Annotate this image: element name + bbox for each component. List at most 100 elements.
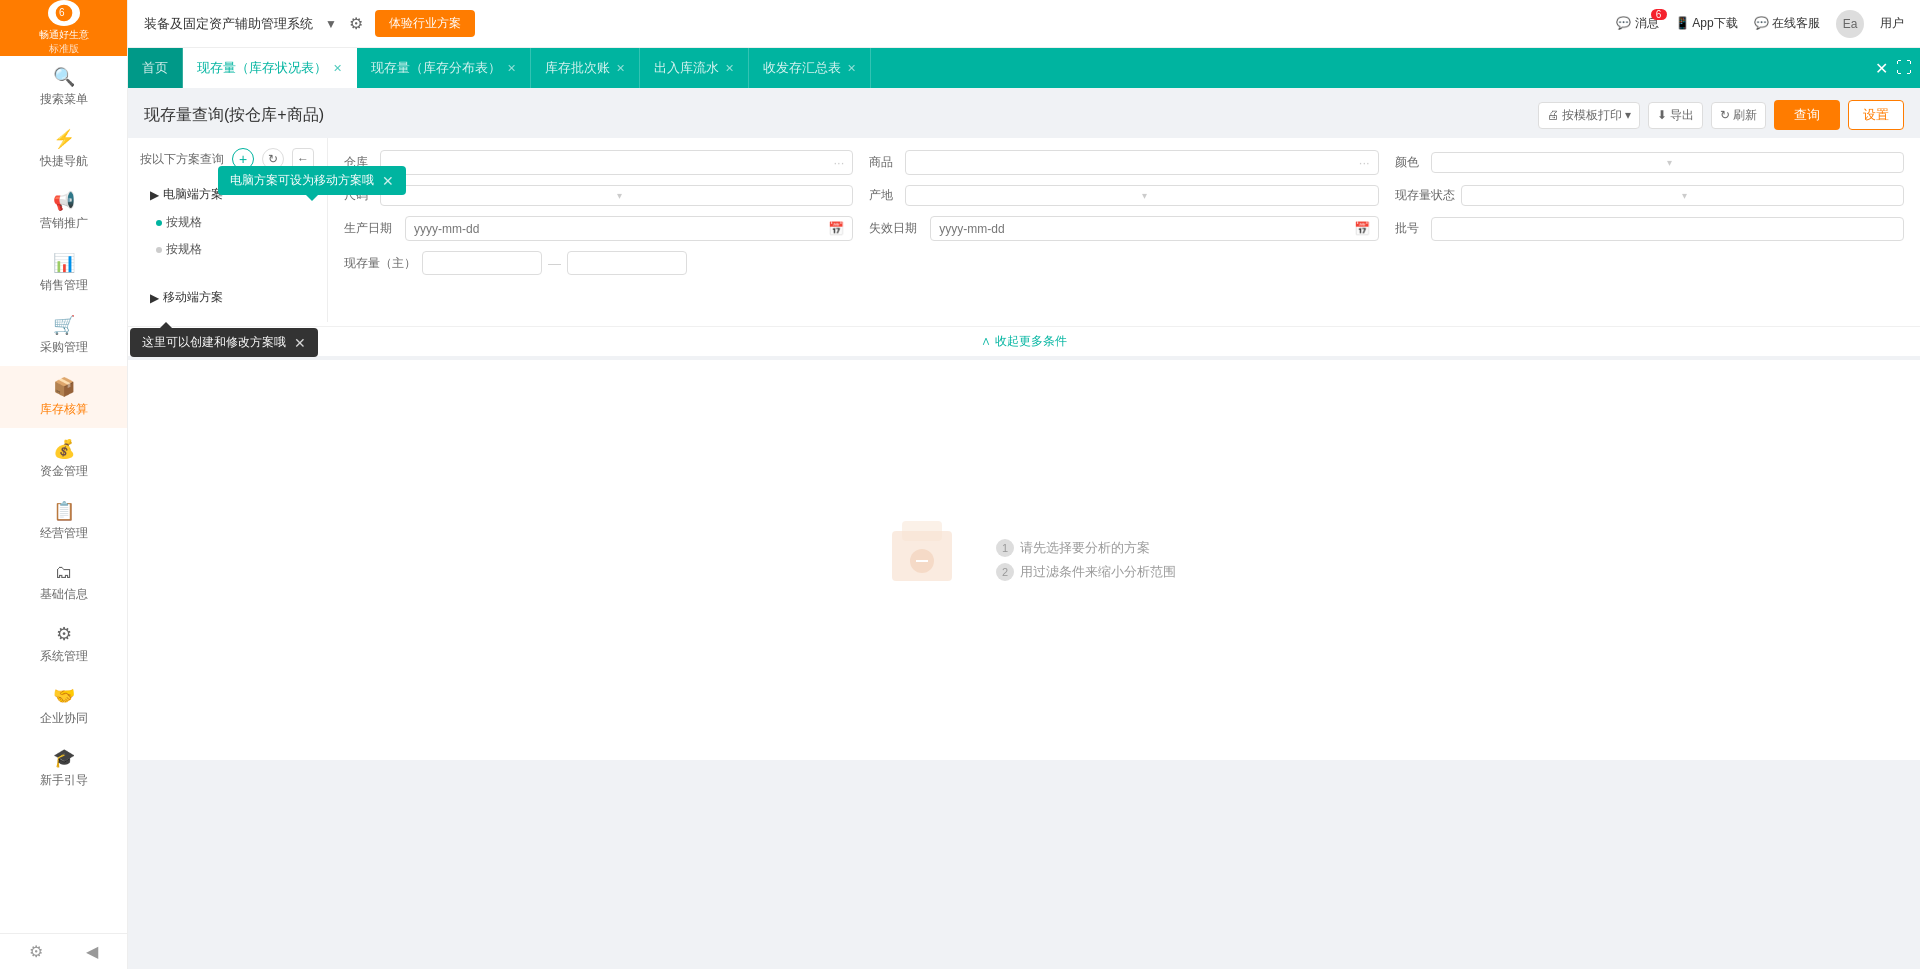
trial-button[interactable]: 体验行业方案 bbox=[375, 10, 475, 37]
sidebar-item-label: 资金管理 bbox=[40, 463, 88, 480]
online-support-btn[interactable]: 💬 在线客服 bbox=[1754, 15, 1820, 32]
settings-icon[interactable]: ⚙ bbox=[349, 14, 363, 33]
newuser-icon: 🎓 bbox=[53, 747, 75, 769]
app-download-btn[interactable]: 📱 App下载 bbox=[1675, 15, 1738, 32]
warehouse-input-field[interactable] bbox=[389, 156, 833, 170]
tab-close-icon[interactable]: ✕ bbox=[847, 62, 856, 75]
prod-date-field[interactable] bbox=[414, 222, 828, 236]
search-button[interactable]: 查询 bbox=[1774, 100, 1840, 130]
chevron-right-icon: ▶ bbox=[150, 291, 159, 305]
tab-close-icon[interactable]: ✕ bbox=[616, 62, 625, 75]
sidebar-item-finance[interactable]: 💰 资金管理 bbox=[0, 428, 127, 490]
print-template-button[interactable]: 🖨 按模板打印 ▾ bbox=[1538, 102, 1640, 129]
sidebar: 6 畅通好生意 标准版 🔍 搜索菜单 ⚡ 快捷导航 📢 营销推广 📊 销售管理 … bbox=[0, 0, 128, 969]
chevron-right-icon: ▶ bbox=[150, 188, 159, 202]
tab-close-icon[interactable]: ✕ bbox=[507, 62, 516, 75]
tab-close-all-icon[interactable]: ✕ bbox=[1875, 59, 1888, 78]
sidebar-item-system[interactable]: ⚙ 系统管理 bbox=[0, 613, 127, 675]
footer-settings-icon[interactable]: ⚙ bbox=[29, 942, 43, 961]
empty-tip-2: 2 用过滤条件来缩小分析范围 bbox=[996, 563, 1176, 581]
sidebar-item-marketing[interactable]: 📢 营销推广 bbox=[0, 180, 127, 242]
sidebar-item-sales[interactable]: 📊 销售管理 bbox=[0, 242, 127, 304]
tab-inventory-status[interactable]: 现存量（库存状况表） ✕ bbox=[183, 48, 357, 88]
product-input-field[interactable] bbox=[914, 156, 1358, 170]
size-field: 尺码 ▾ bbox=[344, 185, 853, 206]
tab-close-icon[interactable]: ✕ bbox=[725, 62, 734, 75]
batch-no-input-field[interactable] bbox=[1440, 222, 1895, 236]
scheme-item-guige2[interactable]: 按规格 bbox=[140, 236, 327, 263]
calendar-icon[interactable]: 📅 bbox=[828, 221, 844, 236]
size-dropdown[interactable]: ▾ bbox=[380, 185, 853, 206]
tab-maximize-icon[interactable]: ⛶ bbox=[1896, 59, 1912, 77]
sidebar-item-enterprise[interactable]: 🤝 企业协同 bbox=[0, 675, 127, 737]
empty-tip-1: 1 请先选择要分析的方案 bbox=[996, 539, 1176, 557]
inventory-status-field: 现存量状态 ▾ bbox=[1395, 185, 1904, 206]
scheme-mobile-header[interactable]: ▶ 移动端方案 bbox=[140, 283, 327, 312]
sidebar-item-label: 快捷导航 bbox=[40, 153, 88, 170]
tab-close-icon[interactable]: ✕ bbox=[333, 62, 342, 75]
inventory-status-dropdown[interactable]: ▾ bbox=[1461, 185, 1904, 206]
avatar[interactable]: Ea bbox=[1836, 10, 1864, 38]
calendar-icon[interactable]: 📅 bbox=[1354, 221, 1370, 236]
sidebar-item-purchase[interactable]: 🛒 采购管理 bbox=[0, 304, 127, 366]
inventory-main-from[interactable] bbox=[422, 251, 542, 275]
tooltip-create-close[interactable]: ✕ bbox=[294, 335, 306, 351]
sidebar-logo: 6 畅通好生意 标准版 bbox=[0, 0, 127, 56]
footer-collapse-icon[interactable]: ◀ bbox=[86, 942, 98, 961]
logo-sub: 标准版 bbox=[49, 42, 79, 56]
sidebar-item-inventory[interactable]: 📦 库存核算 bbox=[0, 366, 127, 428]
expiry-date-label: 失效日期 bbox=[869, 220, 924, 237]
color-label: 颜色 bbox=[1395, 154, 1425, 171]
chevron-down-icon: ▾ bbox=[1682, 190, 1895, 201]
product-input[interactable]: ··· bbox=[905, 150, 1378, 175]
tab-inventory-dist[interactable]: 现存量（库存分布表） ✕ bbox=[357, 48, 531, 88]
prod-date-input[interactable]: 📅 bbox=[405, 216, 853, 241]
chevron-down-icon: ▾ bbox=[617, 190, 845, 201]
prod-date-label: 生产日期 bbox=[344, 220, 399, 237]
sidebar-item-search[interactable]: 🔍 搜索菜单 bbox=[0, 56, 127, 118]
expiry-date-field: 失效日期 📅 bbox=[869, 216, 1378, 241]
tab-inventory-dist-label: 现存量（库存分布表） bbox=[371, 59, 501, 77]
sidebar-item-basic[interactable]: 🗂 基础信息 bbox=[0, 552, 127, 613]
tab-home[interactable]: 首页 bbox=[128, 48, 183, 88]
prod-date-field: 生产日期 📅 bbox=[344, 216, 853, 241]
chevron-down-icon: ▾ bbox=[1625, 108, 1631, 122]
tab-recv-summary-label: 收发存汇总表 bbox=[763, 59, 841, 77]
sidebar-item-quick-nav[interactable]: ⚡ 快捷导航 bbox=[0, 118, 127, 180]
range-separator: — bbox=[548, 256, 561, 271]
quick-nav-icon: ⚡ bbox=[53, 128, 75, 150]
product-label: 商品 bbox=[869, 154, 899, 171]
expiry-date-input[interactable]: 📅 bbox=[930, 216, 1378, 241]
batch-no-label: 批号 bbox=[1395, 220, 1425, 237]
refresh-button[interactable]: ↻ 刷新 bbox=[1711, 102, 1766, 129]
inventory-icon: 📦 bbox=[53, 376, 75, 398]
sidebar-item-operations[interactable]: 📋 经营管理 bbox=[0, 490, 127, 552]
sidebar-nav: 🔍 搜索菜单 ⚡ 快捷导航 📢 营销推广 📊 销售管理 🛒 采购管理 📦 库存核… bbox=[0, 56, 127, 933]
header-left: 装备及固定资产辅助管理系统 ▼ ⚙ 体验行业方案 bbox=[144, 10, 475, 37]
notif-badge: 6 bbox=[1651, 9, 1667, 20]
tab-batch-ledger[interactable]: 库存批次账 ✕ bbox=[531, 48, 640, 88]
collapse-button[interactable]: ∧ 收起更多条件 bbox=[128, 326, 1920, 356]
origin-dropdown[interactable]: ▾ bbox=[905, 185, 1378, 206]
notification-btn[interactable]: 💬 消息 6 bbox=[1616, 15, 1658, 32]
tip-num-1: 1 bbox=[996, 539, 1014, 557]
scheme-item-guige1[interactable]: 按规格 bbox=[140, 209, 327, 236]
dot-icon bbox=[156, 220, 162, 226]
filter-row-1: 仓库 ··· 商品 ··· bbox=[344, 150, 1904, 175]
product-dots-icon[interactable]: ··· bbox=[1359, 155, 1370, 170]
setting-button[interactable]: 设置 bbox=[1848, 100, 1904, 130]
expiry-date-field[interactable] bbox=[939, 222, 1353, 236]
tooltip-scheme-close[interactable]: ✕ bbox=[382, 173, 394, 189]
tab-recv-summary[interactable]: 收发存汇总表 ✕ bbox=[749, 48, 871, 88]
inventory-main-to[interactable] bbox=[567, 251, 687, 275]
batch-no-input[interactable] bbox=[1431, 217, 1904, 241]
sidebar-item-newuser[interactable]: 🎓 新手引导 bbox=[0, 737, 127, 799]
top-header: 装备及固定资产辅助管理系统 ▼ ⚙ 体验行业方案 💬 消息 6 📱 App下载 … bbox=[128, 0, 1920, 48]
page-actions: 🖨 按模板打印 ▾ ⬇ 导出 ↻ 刷新 查询 设置 bbox=[1538, 100, 1904, 130]
system-dropdown[interactable]: ▼ bbox=[325, 17, 337, 31]
warehouse-dots-icon[interactable]: ··· bbox=[833, 155, 844, 170]
tab-inout-flow[interactable]: 出入库流水 ✕ bbox=[640, 48, 749, 88]
warehouse-input[interactable]: ··· bbox=[380, 150, 853, 175]
export-button[interactable]: ⬇ 导出 bbox=[1648, 102, 1703, 129]
color-dropdown[interactable]: ▾ bbox=[1431, 152, 1904, 173]
